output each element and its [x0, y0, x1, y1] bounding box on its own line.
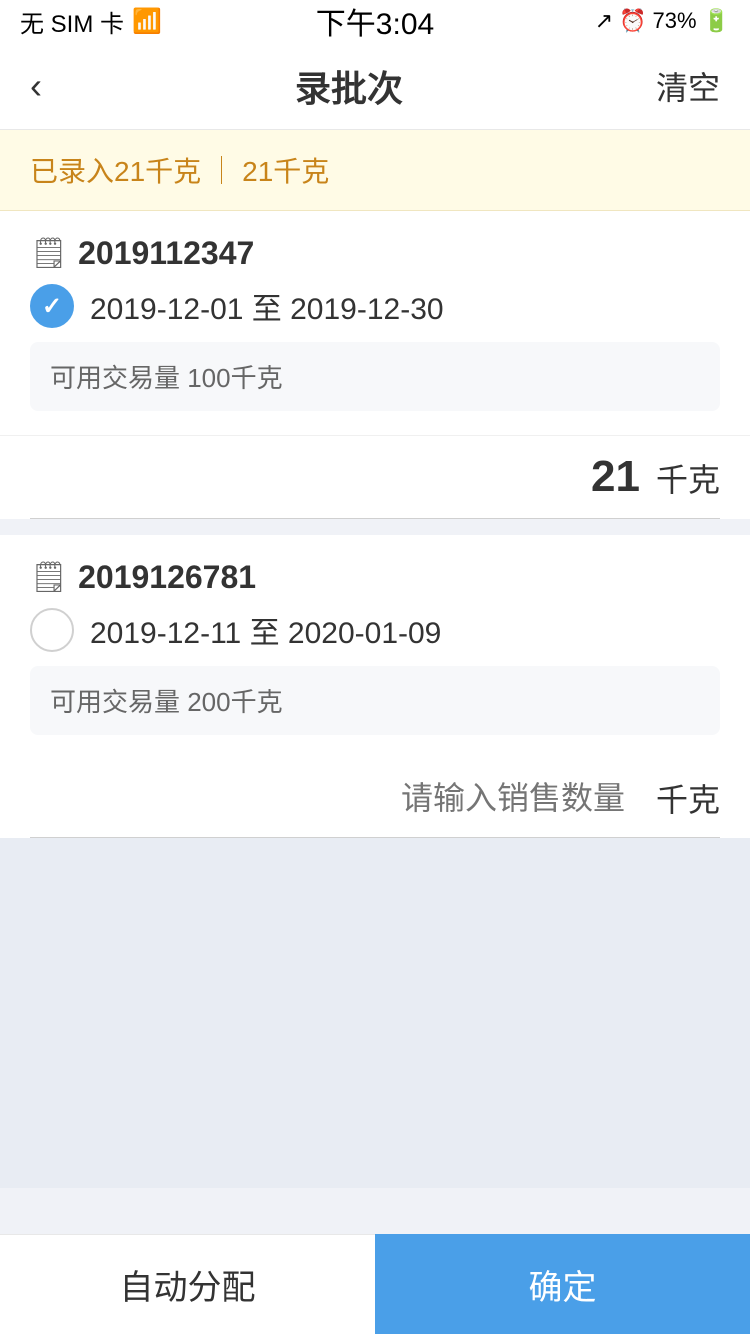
carrier-text: 无 SIM 卡 — [20, 4, 124, 39]
input-unit-2: 千克 — [656, 775, 720, 821]
batch-date-row-2[interactable]: 2019-12-11 至 2020-01-09 — [30, 608, 720, 652]
amount-unit-1: 千克 — [656, 455, 720, 501]
batch-card-2: 🗒 2019126781 2019-12-11 至 2020-01-09 可用交… — [0, 535, 750, 838]
battery-icon: 🔋 — [703, 8, 730, 34]
batch-date-1: 2019-12-01 至 2019-12-30 — [90, 284, 444, 328]
radio-2[interactable] — [30, 608, 74, 652]
confirm-button[interactable]: 确定 — [375, 1234, 750, 1334]
batch-avail-row-1: 可用交易量 100千克 — [30, 342, 720, 411]
batch-date-row-1[interactable]: 2019-12-01 至 2019-12-30 — [30, 284, 720, 328]
battery-percent: 73% — [653, 8, 697, 34]
batch-id-1: 2019112347 — [78, 235, 254, 272]
quantity-input-2[interactable] — [30, 780, 640, 817]
location-icon: ↗ — [595, 8, 613, 34]
batch-id-row-1: 🗒 2019112347 — [30, 235, 720, 272]
status-time: 下午3:04 — [316, 0, 434, 43]
batch-icon-2: 🗒 — [30, 560, 68, 595]
batch-item-2: 🗒 2019126781 2019-12-11 至 2020-01-09 可用交… — [0, 535, 750, 759]
input-row-2[interactable]: 千克 — [0, 759, 750, 837]
wifi-icon: 📶 — [132, 7, 162, 36]
batch-icon-1: 🗒 — [30, 236, 68, 271]
status-right: ↗ ⏰ 73% 🔋 — [595, 8, 730, 34]
batch-card-1: 🗒 2019112347 2019-12-01 至 2019-12-30 可用交… — [0, 211, 750, 519]
status-carrier: 无 SIM 卡 📶 — [20, 4, 162, 39]
summary-value: 21千克 — [242, 150, 329, 190]
empty-space — [0, 838, 750, 1188]
clear-button[interactable]: 清空 — [656, 63, 720, 109]
summary-bar: 已录入21千克 21千克 — [0, 130, 750, 211]
amount-row-1: 21 千克 — [0, 435, 750, 518]
nav-bar: ‹ 录批次 清空 — [0, 42, 750, 130]
page-title: 录批次 — [295, 60, 403, 112]
summary-divider — [221, 156, 222, 184]
batch-avail-row-2: 可用交易量 200千克 — [30, 666, 720, 735]
batch-avail-text-2: 可用交易量 200千克 — [50, 687, 283, 717]
alarm-icon: ⏰ — [619, 8, 646, 34]
batch-avail-text-1: 可用交易量 100千克 — [50, 363, 283, 393]
summary-label: 已录入21千克 — [30, 150, 201, 190]
amount-value-1: 21 — [591, 452, 640, 502]
radio-1[interactable] — [30, 284, 74, 328]
batch-date-2: 2019-12-11 至 2020-01-09 — [90, 608, 441, 652]
batch-id-row-2: 🗒 2019126781 — [30, 559, 720, 596]
bottom-bar: 自动分配 确定 — [0, 1234, 750, 1334]
back-button[interactable]: ‹ — [30, 65, 42, 107]
batch-id-2: 2019126781 — [78, 559, 256, 596]
status-bar: 无 SIM 卡 📶 下午3:04 ↗ ⏰ 73% 🔋 — [0, 0, 750, 42]
auto-distribute-button[interactable]: 自动分配 — [0, 1234, 375, 1334]
batch-item-1: 🗒 2019112347 2019-12-01 至 2019-12-30 可用交… — [0, 211, 750, 435]
section-divider — [0, 519, 750, 535]
